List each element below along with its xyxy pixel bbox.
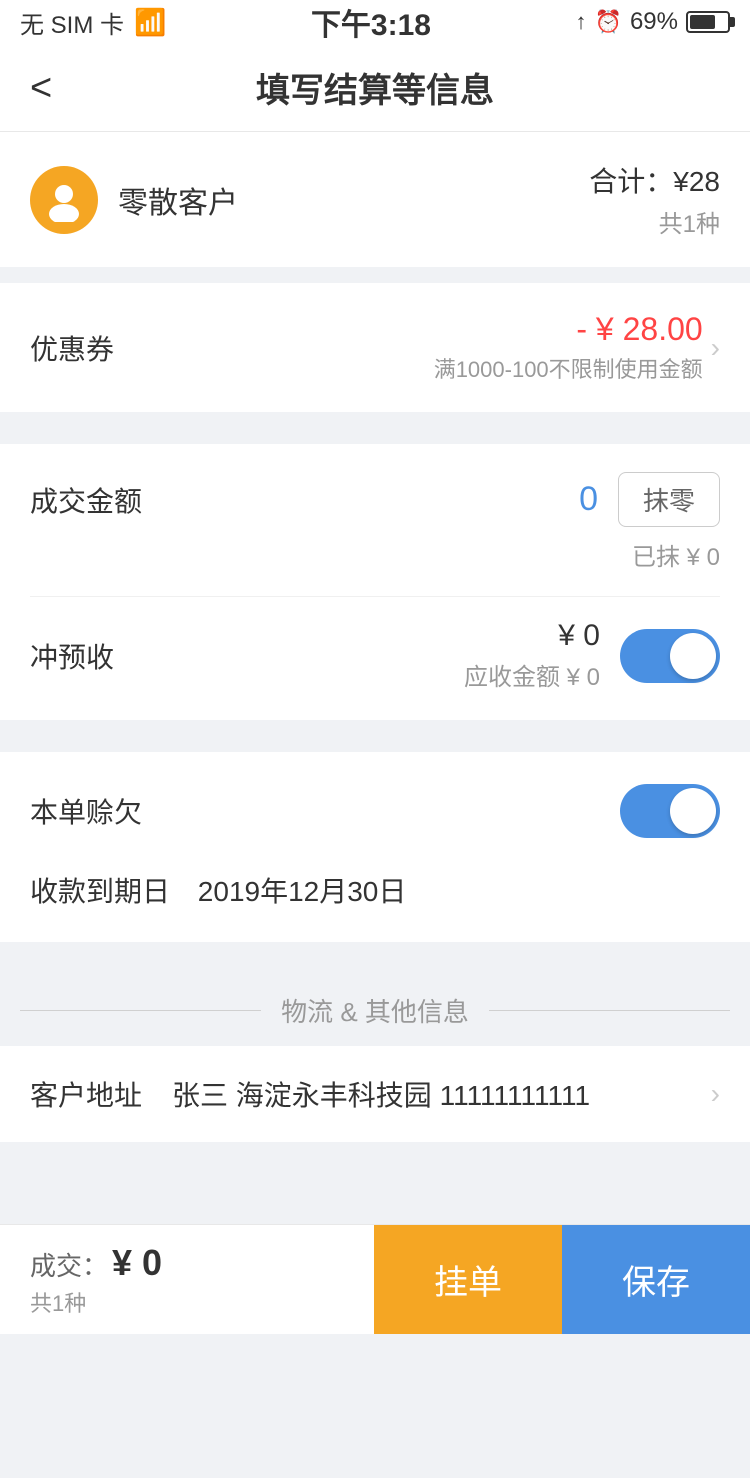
- debt-row: 本单赊欠: [0, 752, 750, 870]
- page-title: 填写结算等信息: [256, 63, 494, 112]
- customer-name: 零散客户: [118, 178, 238, 222]
- bottom-deal-amount: ¥ 0: [112, 1242, 162, 1284]
- duedate-label: 收款到期日: [30, 876, 170, 907]
- prepaid-toggle[interactable]: [620, 629, 720, 683]
- deal-amount-right: 0 抹零: [579, 472, 720, 527]
- coupon-right: - ¥ 28.00 满1000-100不限制使用金额 ›: [434, 311, 720, 384]
- customer-right: 合计：¥28 共1种: [589, 160, 720, 239]
- duedate-value: 2019年12月30日: [198, 876, 407, 907]
- round-button[interactable]: 抹零: [618, 472, 720, 527]
- battery-percent: 69%: [630, 8, 678, 36]
- no-sim-text: 无 SIM 卡: [20, 5, 124, 40]
- coupon-desc: 满1000-100不限制使用金额: [434, 352, 703, 384]
- bottom-buttons: 挂单 保存: [374, 1225, 750, 1334]
- status-right: ↑ ⏰ 69%: [576, 8, 730, 36]
- wifi-icon: 📶: [134, 7, 166, 38]
- total-count: 共1种: [589, 204, 720, 239]
- bottom-deal-row: 成交： ¥ 0: [30, 1242, 344, 1284]
- alarm-icon: ⏰: [595, 9, 622, 35]
- address-value: 张三 海淀永丰科技园 11111111111: [172, 1074, 590, 1114]
- debt-label: 本单赊欠: [30, 791, 142, 831]
- coupon-amount: - ¥ 28.00: [434, 311, 703, 348]
- prepaid-label: 冲预收: [30, 636, 114, 676]
- prepaid-row: 冲预收 ¥ 0 应收金额 ¥ 0: [0, 597, 750, 720]
- debt-toggle[interactable]: [620, 784, 720, 838]
- debt-toggle-knob: [670, 788, 716, 834]
- prepaid-right: ¥ 0 应收金额 ¥ 0: [464, 619, 720, 692]
- deal-amount-value: 0: [579, 480, 598, 519]
- status-time: 下午3:18: [311, 0, 431, 44]
- logistics-section: 物流 & 其他信息: [0, 974, 750, 1046]
- status-bar: 无 SIM 卡 📶 下午3:18 ↑ ⏰ 69%: [0, 0, 750, 44]
- coupon-card[interactable]: 优惠券 - ¥ 28.00 满1000-100不限制使用金额 ›: [0, 283, 750, 412]
- coupon-label: 优惠券: [30, 328, 114, 368]
- back-button[interactable]: <: [30, 69, 52, 107]
- prepaid-amount: ¥ 0: [464, 619, 600, 653]
- address-label: 客户地址: [30, 1074, 142, 1114]
- save-button[interactable]: 保存: [562, 1225, 750, 1334]
- user-icon: [42, 178, 86, 222]
- duedate-row: 收款到期日 2019年12月30日: [0, 870, 750, 942]
- deal-amount-label: 成交金额: [30, 480, 142, 520]
- bottom-deal-count: 共1种: [30, 1286, 344, 1318]
- bottom-left: 成交： ¥ 0 共1种: [0, 1242, 374, 1318]
- address-card[interactable]: 客户地址 张三 海淀永丰科技园 11111111111 ›: [0, 1046, 750, 1142]
- prepaid-receivable: 应收金额 ¥ 0: [464, 657, 600, 692]
- debt-card: 本单赊欠 收款到期日 2019年12月30日: [0, 752, 750, 942]
- prepaid-amount-block: ¥ 0 应收金额 ¥ 0: [464, 619, 600, 692]
- logistics-label: 物流 & 其他信息: [281, 992, 469, 1029]
- section-separator-3: [0, 958, 750, 974]
- address-chevron-icon: ›: [711, 1078, 720, 1110]
- customer-row: 零散客户 合计：¥28 共1种: [0, 132, 750, 267]
- battery-icon: [686, 11, 730, 33]
- coupon-info: - ¥ 28.00 满1000-100不限制使用金额: [434, 311, 703, 384]
- deal-amount-card: 成交金额 0 抹零 已抹 ¥ 0 冲预收 ¥ 0 应收金额 ¥ 0: [0, 444, 750, 720]
- status-left: 无 SIM 卡 📶: [20, 5, 166, 40]
- chevron-right-icon: ›: [711, 332, 720, 364]
- deal-sub-text: 已抹 ¥ 0: [0, 537, 750, 596]
- location-icon: ↑: [576, 9, 587, 35]
- coupon-row[interactable]: 优惠券 - ¥ 28.00 满1000-100不限制使用金额 ›: [0, 283, 750, 412]
- address-content: 客户地址 张三 海淀永丰科技园 11111111111: [30, 1074, 590, 1114]
- avatar: [30, 166, 98, 234]
- bottom-bar: 成交： ¥ 0 共1种 挂单 保存: [0, 1224, 750, 1334]
- deal-amount-row: 成交金额 0 抹零: [0, 444, 750, 537]
- divider-left: [20, 1010, 261, 1011]
- customer-left: 零散客户: [30, 166, 238, 234]
- section-separator-2: [0, 736, 750, 752]
- total-amount: 合计：¥28: [589, 160, 720, 200]
- divider-right: [489, 1010, 730, 1011]
- bottom-deal-label: 成交：: [30, 1246, 108, 1283]
- toggle-knob: [670, 633, 716, 679]
- hold-button[interactable]: 挂单: [374, 1225, 562, 1334]
- nav-bar: < 填写结算等信息: [0, 44, 750, 132]
- customer-card: 零散客户 合计：¥28 共1种: [0, 132, 750, 267]
- section-separator-1: [0, 428, 750, 444]
